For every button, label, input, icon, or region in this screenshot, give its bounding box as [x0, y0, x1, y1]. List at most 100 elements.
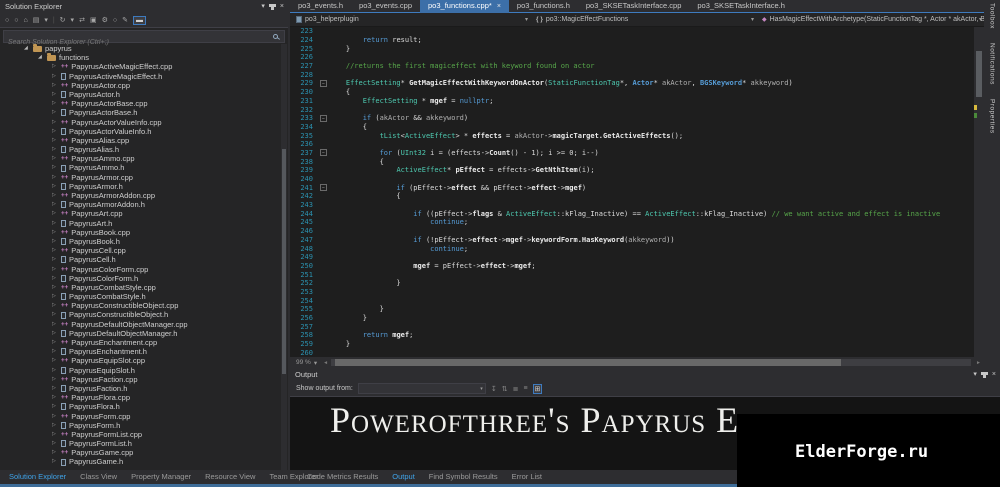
code-line-239[interactable]: 239 ActiveEffect* pEffect = effects->Get… [290, 166, 974, 175]
tree-file-papyrusalias-h[interactable]: ▷PapyrusAlias.h [0, 145, 281, 154]
bottom-tab-resource-view[interactable]: Resource View [198, 470, 262, 484]
code-line-236[interactable]: 236 [290, 140, 974, 149]
code-line-235[interactable]: 235 tList<ActiveEffect> * effects = akAc… [290, 131, 974, 140]
sync-icon[interactable]: ↻ [60, 16, 66, 24]
breadcrumb-member[interactable]: ◆ HasMagicEffectWithArchetype(StaticFunc… [756, 13, 984, 27]
tree-file-papyrusart-cpp[interactable]: ▷++PapyrusArt.cpp [0, 209, 281, 218]
code-line-252[interactable]: 252 } [290, 279, 974, 288]
collapsed-arrow-icon[interactable]: ▷ [52, 145, 58, 154]
code-line-244[interactable]: 244 if ((pEffect->flags & ActiveEffect::… [290, 209, 974, 218]
right-tab-properties[interactable]: Properties [989, 99, 996, 134]
show-all-files-icon[interactable]: ▣ [90, 16, 97, 24]
collapsed-arrow-icon[interactable]: ▷ [52, 81, 58, 90]
tree-file-papyrusalias-cpp[interactable]: ▷++PapyrusAlias.cpp [0, 136, 281, 145]
collapsed-arrow-icon[interactable]: ▷ [52, 457, 58, 466]
tree-file-papyrusgame-cpp[interactable]: ▷++PapyrusGame.cpp [0, 448, 281, 457]
close-icon[interactable]: × [280, 0, 284, 13]
collapsed-arrow-icon[interactable]: ▷ [52, 292, 58, 301]
collapsed-arrow-icon[interactable]: ▷ [52, 412, 58, 421]
collapsed-arrow-icon[interactable]: ▷ [52, 99, 58, 108]
tree-scrollbar-thumb[interactable] [282, 149, 286, 374]
find-next-icon[interactable]: ⇅ [502, 385, 508, 393]
collapsed-arrow-icon[interactable]: ▷ [52, 136, 58, 145]
horizontal-scrollbar[interactable] [331, 359, 971, 366]
list-icon[interactable]: ≡ [523, 385, 527, 392]
bottom-tab-class-view[interactable]: Class View [73, 470, 124, 484]
bottom-tab-error-list[interactable]: Error List [505, 470, 549, 484]
tree-file-papyrusbook-cpp[interactable]: ▷++PapyrusBook.cpp [0, 228, 281, 237]
tree-file-papyrusflora-h[interactable]: ▷PapyrusFlora.h [0, 402, 281, 411]
scroll-right-icon[interactable]: ► [973, 360, 984, 366]
code-line-231[interactable]: 231 EffectSetting * mgef = nullptr; [290, 97, 974, 106]
tree-file-papyrusart-h[interactable]: ▷PapyrusArt.h [0, 219, 281, 228]
tree-file-papyrusarmor-h[interactable]: ▷PapyrusArmor.h [0, 182, 281, 191]
tree-file-papyrusformlist-cpp[interactable]: ▷++PapyrusFormList.cpp [0, 430, 281, 439]
forward-icon[interactable]: ○ [14, 17, 18, 24]
sync-dropdown-icon[interactable]: ▾ [71, 16, 75, 24]
settings-gear-icon[interactable]: ⚙ [102, 16, 108, 24]
code-line-243[interactable]: 243 [290, 201, 974, 210]
tree-file-papyrusactorvalueinfo-cpp[interactable]: ▷++PapyrusActorValueInfo.cpp [0, 118, 281, 127]
tree-scrollbar[interactable] [281, 44, 287, 470]
fold-collapse-icon[interactable]: − [318, 149, 329, 156]
code-line-245[interactable]: 245 continue; [290, 218, 974, 227]
collapsed-arrow-icon[interactable]: ▷ [52, 320, 58, 329]
breadcrumb-type[interactable]: { } po3::MagicEffectFunctions ▾ [530, 13, 756, 27]
collapsed-arrow-icon[interactable]: ▷ [52, 265, 58, 274]
tree-file-papyrusammo-cpp[interactable]: ▷++PapyrusAmmo.cpp [0, 154, 281, 163]
pin-icon[interactable] [271, 4, 274, 10]
tree-file-papyrusequipslot-cpp[interactable]: ▷++PapyrusEquipSlot.cpp [0, 356, 281, 365]
expanded-arrow-icon[interactable]: ◢ [24, 44, 30, 53]
collapsed-arrow-icon[interactable]: ▷ [52, 347, 58, 356]
word-wrap-icon[interactable]: ⊞ [533, 384, 543, 394]
clear-all-icon[interactable]: ≣ [513, 385, 519, 393]
code-line-258[interactable]: 258 return mgef; [290, 331, 974, 340]
code-line-225[interactable]: 225 } [290, 44, 974, 53]
code-line-251[interactable]: 251 [290, 270, 974, 279]
code-line-228[interactable]: 228 [290, 70, 974, 79]
code-editor[interactable]: 223224 return result;225 }226227 //retur… [290, 27, 974, 357]
tree-file-papyrusarmoraddon-cpp[interactable]: ▷++PapyrusArmorAddon.cpp [0, 191, 281, 200]
tree-file-papyruscolorform-h[interactable]: ▷PapyrusColorForm.h [0, 274, 281, 283]
tree-file-papyrusconstructibleobject-h[interactable]: ▷PapyrusConstructibleObject.h [0, 310, 281, 319]
scroll-left-icon[interactable]: ◄ [320, 360, 331, 366]
collapsed-arrow-icon[interactable]: ▷ [52, 182, 58, 191]
code-line-223[interactable]: 223 [290, 27, 974, 36]
collapsed-arrow-icon[interactable]: ▷ [52, 154, 58, 163]
tree-file-papyruscell-h[interactable]: ▷PapyrusCell.h [0, 255, 281, 264]
collapsed-arrow-icon[interactable]: ▷ [52, 421, 58, 430]
back-icon[interactable]: ○ [5, 17, 9, 24]
code-line-227[interactable]: 227 //returns the first magiceffect with… [290, 62, 974, 71]
code-line-233[interactable]: 233− if (akActor && akkeyword) [290, 114, 974, 123]
code-line-254[interactable]: 254 [290, 296, 974, 305]
code-line-256[interactable]: 256 } [290, 314, 974, 323]
editor-tab-po3-sksetaskinterface-cpp[interactable]: po3_SKSETaskInterface.cpp [578, 0, 689, 13]
collapsed-arrow-icon[interactable]: ▷ [52, 219, 58, 228]
code-line-241[interactable]: 241− if (pEffect->effect && pEffect->eff… [290, 183, 974, 192]
code-line-255[interactable]: 255 } [290, 305, 974, 314]
tree-file-papyruscell-cpp[interactable]: ▷++PapyrusCell.cpp [0, 246, 281, 255]
collapsed-arrow-icon[interactable]: ▷ [52, 375, 58, 384]
code-line-237[interactable]: 237− for (UInt32 i = (effects->Count() -… [290, 149, 974, 158]
tree-file-papyrusactor-cpp[interactable]: ▷++PapyrusActor.cpp [0, 81, 281, 90]
window-menu-icon[interactable]: ▾ [973, 368, 977, 381]
tree-file-papyrusactivemagiceffect-cpp[interactable]: ▷++PapyrusActiveMagicEffect.cpp [0, 62, 281, 71]
code-line-253[interactable]: 253 [290, 288, 974, 297]
find-message-icon[interactable]: ↧ [491, 385, 497, 393]
zoom-level-select[interactable]: 99 % ▾ [290, 359, 320, 367]
bottom-tab-solution-explorer[interactable]: Solution Explorer [2, 470, 73, 484]
tree-file-papyrusactivemagiceffect-h[interactable]: ▷PapyrusActiveMagicEffect.h [0, 72, 281, 81]
tree-file-papyrusequipslot-h[interactable]: ▷PapyrusEquipSlot.h [0, 366, 281, 375]
collapsed-arrow-icon[interactable]: ▷ [52, 163, 58, 172]
new-folder-icon[interactable]: ▤ [33, 16, 40, 24]
tree-file-papyrusdefaultobjectmanager-h[interactable]: ▷PapyrusDefaultObjectManager.h [0, 329, 281, 338]
editor-tab-po3-events-cpp[interactable]: po3_events.cpp [351, 0, 420, 13]
tree-file-papyrusbook-h[interactable]: ▷PapyrusBook.h [0, 237, 281, 246]
collapsed-arrow-icon[interactable]: ▷ [52, 108, 58, 117]
code-line-260[interactable]: 260 [290, 348, 974, 357]
collapsed-arrow-icon[interactable]: ▷ [52, 62, 58, 71]
tree-file-papyrusformlist-h[interactable]: ▷PapyrusFormList.h [0, 439, 281, 448]
tree-file-papyrusenchantment-cpp[interactable]: ▷++PapyrusEnchantment.cpp [0, 338, 281, 347]
tree-file-papyruscombatstyle-h[interactable]: ▷PapyrusCombatStyle.h [0, 292, 281, 301]
tree-file-papyrusform-h[interactable]: ▷PapyrusForm.h [0, 421, 281, 430]
